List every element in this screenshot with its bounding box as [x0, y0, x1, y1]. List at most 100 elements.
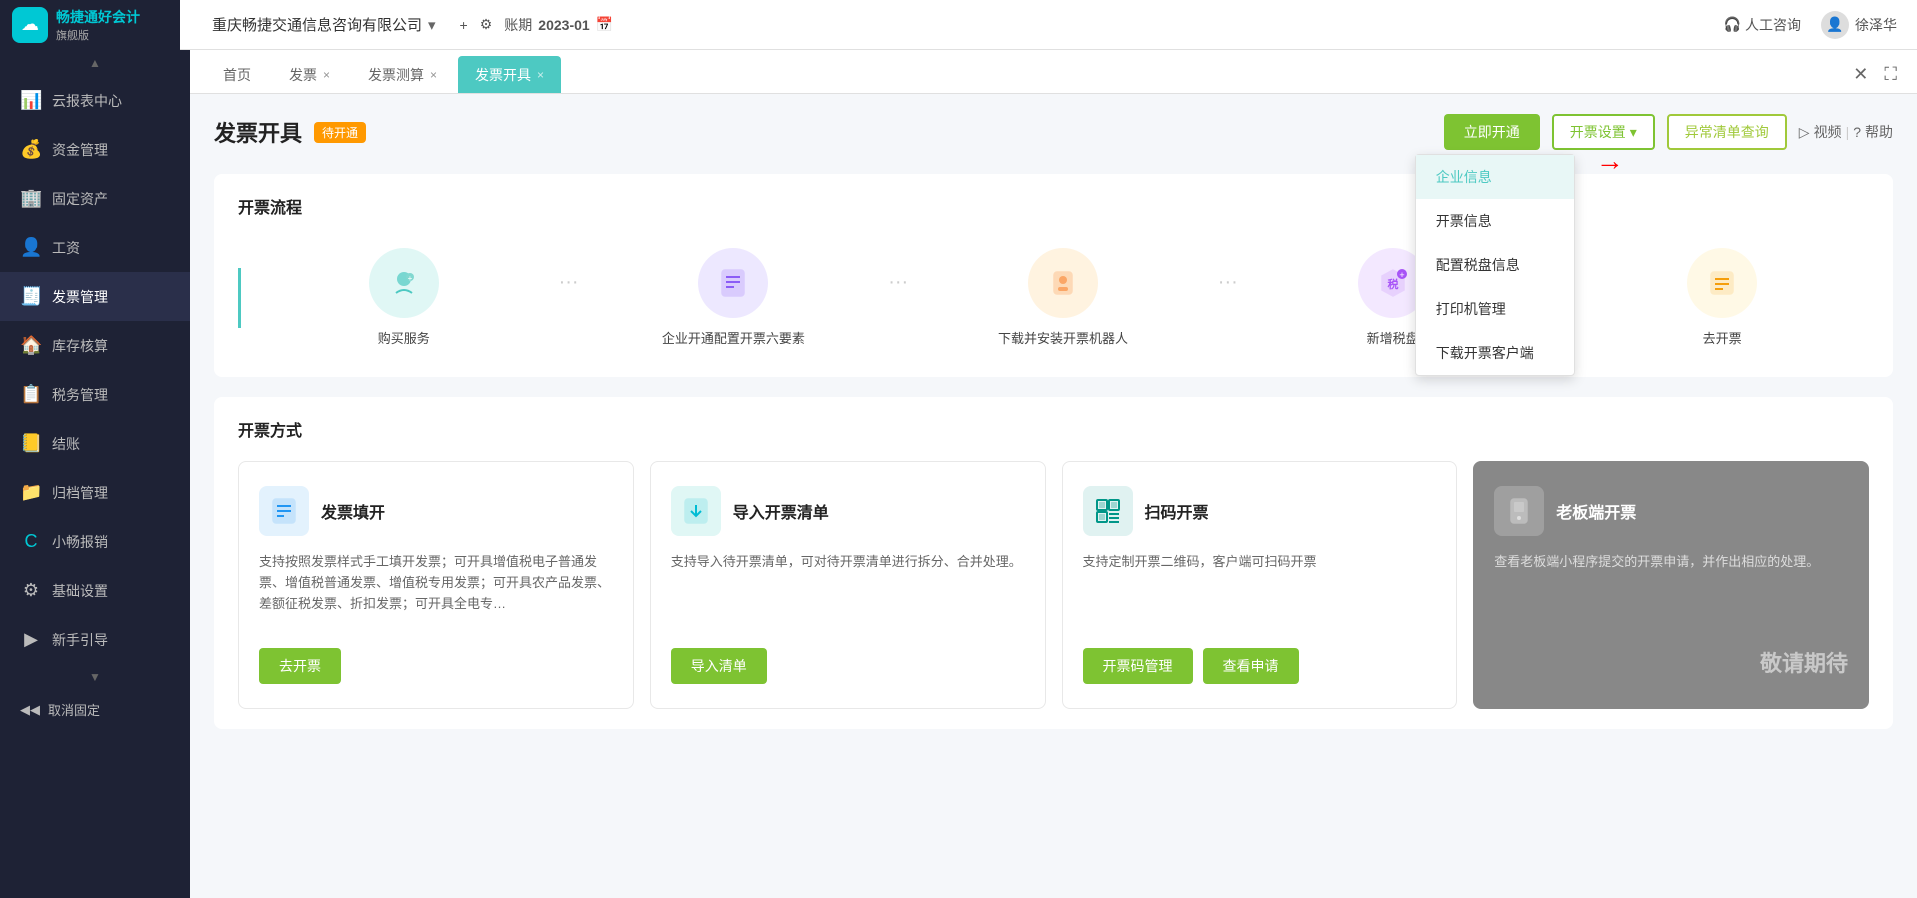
billing-card-1-icon	[259, 486, 309, 536]
play-icon: ▷	[1799, 124, 1810, 141]
sidebar-item-guidang[interactable]: 📁 归档管理	[0, 468, 190, 517]
close-window-button[interactable]: ✕	[1849, 60, 1872, 89]
activate-button[interactable]: 立即开通	[1444, 114, 1540, 150]
flow-section-title: 开票流程	[238, 194, 1869, 218]
settings-gear-button[interactable]: ⚙	[480, 16, 493, 33]
billing-card-2-icon	[671, 486, 721, 536]
flow-step-icon-5	[1687, 248, 1757, 318]
dropdown-item-dayinjiguanli[interactable]: 打印机管理	[1416, 287, 1574, 331]
header-main: 重庆畅捷交通信息咨询有限公司 ▾ + ⚙ 账期 2023-01 📅	[200, 8, 1704, 41]
sidebar-item-gudingzichan[interactable]: 🏢 固定资产	[0, 174, 190, 223]
sidebar-item-xinshouyindao[interactable]: ▶ 新手引导	[0, 615, 190, 664]
sidebar-item-baoxiao[interactable]: C 小畅报销	[0, 517, 190, 566]
settings-dropdown-menu: 企业信息 开票信息 配置税盘信息 打印机管理	[1415, 154, 1575, 376]
svg-text:+: +	[407, 274, 412, 283]
billing-card-3-btn1[interactable]: 开票码管理	[1083, 648, 1193, 684]
video-button[interactable]: ▷ 视频	[1799, 122, 1842, 142]
flow-step-icon-3	[1028, 248, 1098, 318]
flow-steps: + 购买服务 ··· 企业开通配置开票六要素 ···	[238, 238, 1869, 357]
help-icon: ?	[1853, 124, 1861, 140]
dropdown-item-peizhishupan[interactable]: 配置税盘信息	[1416, 243, 1574, 287]
billing-card-2-btn[interactable]: 导入清单	[671, 648, 767, 684]
billing-card-4: 老板端开票 查看老板端小程序提交的开票申请，并作出相应的处理。 敬请期待	[1473, 461, 1869, 709]
billing-grid: 发票填开 支持按照发票样式手工填开发票；可开具增值税电子普通发票、增值税普通发票…	[238, 461, 1869, 709]
tab-bar-controls: ✕ ⛶	[1849, 60, 1901, 93]
flow-step-2: 企业开通配置开票六要素	[587, 248, 881, 347]
dropdown-item-kaipiainfo[interactable]: 开票信息	[1416, 199, 1574, 243]
tab-fapiaocesuan[interactable]: 发票测算 ×	[351, 56, 454, 93]
add-button[interactable]: +	[460, 17, 468, 33]
jichushezhi-icon: ⚙	[20, 580, 42, 601]
tab-fapiao-close[interactable]: ×	[323, 68, 330, 82]
gear-icon: ⚙	[480, 16, 493, 33]
tab-home[interactable]: 首页	[206, 56, 268, 93]
page-title-area: 发票开具 待开通	[214, 116, 366, 148]
user-avatar: 👤	[1821, 11, 1849, 39]
flow-step-icon-2	[698, 248, 768, 318]
billing-card-2: 导入开票清单 支持导入待开票清单，可对待开票清单进行拆分、合并处理。 导入清单	[650, 461, 1046, 709]
xinshouyindao-icon: ▶	[20, 629, 42, 650]
sidebar-item-gongzi[interactable]: 👤 工资	[0, 223, 190, 272]
video-help-area: ▷ 视频 | ? 帮助	[1799, 122, 1893, 142]
sidebar-cancel-button[interactable]: ◀◀ 取消固定	[0, 690, 190, 729]
billing-card-3-icon	[1083, 486, 1133, 536]
billing-section: 开票方式 发票填开 支持按照发票样式手工填开发票；可开具增值税电子普通发票、增值…	[214, 397, 1893, 729]
fapiao-icon: 🧾	[20, 286, 42, 307]
logo-text-area: 畅捷通好会计 旗舰版	[56, 7, 140, 43]
help-button[interactable]: ? 帮助	[1853, 122, 1893, 142]
sidebar-scroll-up[interactable]: ▲	[0, 50, 190, 76]
calendar-icon[interactable]: 📅	[596, 16, 613, 33]
headset-icon: 🎧	[1724, 16, 1741, 33]
tab-bar: 首页 发票 × 发票测算 × 发票开具 × ✕ ⛶	[190, 50, 1917, 94]
sidebar-item-shuiwu[interactable]: 📋 税务管理	[0, 370, 190, 419]
header-actions: 立即开通 开票设置 ▾ 企业信息	[1444, 114, 1893, 150]
tab-fapiaocesuan-close[interactable]: ×	[430, 68, 437, 82]
flow-arrow-1: ···	[551, 271, 587, 294]
billing-card-4-header: 老板端开票	[1494, 486, 1848, 536]
gudingzichan-icon: 🏢	[20, 188, 42, 209]
consultation-button[interactable]: 🎧 人工咨询	[1724, 15, 1801, 35]
flow-step-icon-1: +	[369, 248, 439, 318]
content-area: 首页 发票 × 发票测算 × 发票开具 × ✕ ⛶	[190, 50, 1917, 898]
sidebar: ▲ 📊 云报表中心 💰 资金管理 🏢 固定资产 👤 工资 🧾 发票管理	[0, 50, 190, 898]
sidebar-item-yunbiao[interactable]: 📊 云报表中心	[0, 76, 190, 125]
billing-card-3-btn2[interactable]: 查看申请	[1203, 648, 1299, 684]
flow-divider	[238, 268, 241, 328]
maximize-window-button[interactable]: ⛶	[1880, 60, 1901, 89]
dropdown-item-qiyeinfo[interactable]: 企业信息	[1416, 155, 1574, 199]
abnormal-list-button[interactable]: 异常清单查询	[1667, 114, 1787, 150]
flow-section: 开票流程 + 购买服务 ···	[214, 174, 1893, 377]
sidebar-item-kucun[interactable]: 🏠 库存核算	[0, 321, 190, 370]
sidebar-item-jichushezhi[interactable]: ⚙ 基础设置	[0, 566, 190, 615]
main-layout: ▲ 📊 云报表中心 💰 资金管理 🏢 固定资产 👤 工资 🧾 发票管理	[0, 50, 1917, 898]
sidebar-item-zijin[interactable]: 💰 资金管理	[0, 125, 190, 174]
dropdown-icon: ▾	[428, 16, 436, 34]
baoxiao-icon: C	[20, 531, 42, 552]
status-badge: 待开通	[314, 122, 366, 143]
zijin-icon: 💰	[20, 139, 42, 160]
dropdown-item-xiazaikaipiaokehu[interactable]: 下载开票客户端	[1416, 331, 1574, 375]
disabled-overlay: 敬请期待	[1760, 646, 1848, 678]
billing-card-1: 发票填开 支持按照发票样式手工填开发票；可开具增值税电子普通发票、增值税普通发票…	[238, 461, 634, 709]
yunbiao-icon: 📊	[20, 90, 42, 111]
billing-card-2-footer: 导入清单	[671, 648, 1025, 684]
svg-text:+: +	[1399, 270, 1404, 280]
tab-fapiaokaju-close[interactable]: ×	[537, 68, 544, 82]
period-info: 账期 2023-01 📅	[504, 15, 613, 35]
sidebar-scroll-down[interactable]: ▼	[0, 664, 190, 690]
tab-fapiao[interactable]: 发票 ×	[272, 56, 347, 93]
header-right: 🎧 人工咨询 👤 徐泽华	[1724, 11, 1897, 39]
kucun-icon: 🏠	[20, 335, 42, 356]
billing-card-1-btn[interactable]: 去开票	[259, 648, 341, 684]
billing-card-3: 扫码开票 支持定制开票二维码，客户端可扫码开票 开票码管理 查看申请	[1062, 461, 1458, 709]
flow-arrow-3: ···	[1210, 271, 1246, 294]
sidebar-item-jiezhang[interactable]: 📒 结账	[0, 419, 190, 468]
billing-card-3-footer: 开票码管理 查看申请	[1083, 648, 1437, 684]
svg-text:税: 税	[1387, 277, 1398, 291]
tab-fapiaokaju[interactable]: 发票开具 ×	[458, 56, 561, 93]
sidebar-item-fapiao[interactable]: 🧾 发票管理	[0, 272, 190, 321]
gongzi-icon: 👤	[20, 237, 42, 258]
header-bar: ☁ 畅捷通好会计 旗舰版 重庆畅捷交通信息咨询有限公司 ▾ + ⚙ 账期 202…	[0, 0, 1917, 50]
company-selector[interactable]: 重庆畅捷交通信息咨询有限公司 ▾	[200, 8, 448, 41]
billing-card-2-header: 导入开票清单	[671, 486, 1025, 536]
